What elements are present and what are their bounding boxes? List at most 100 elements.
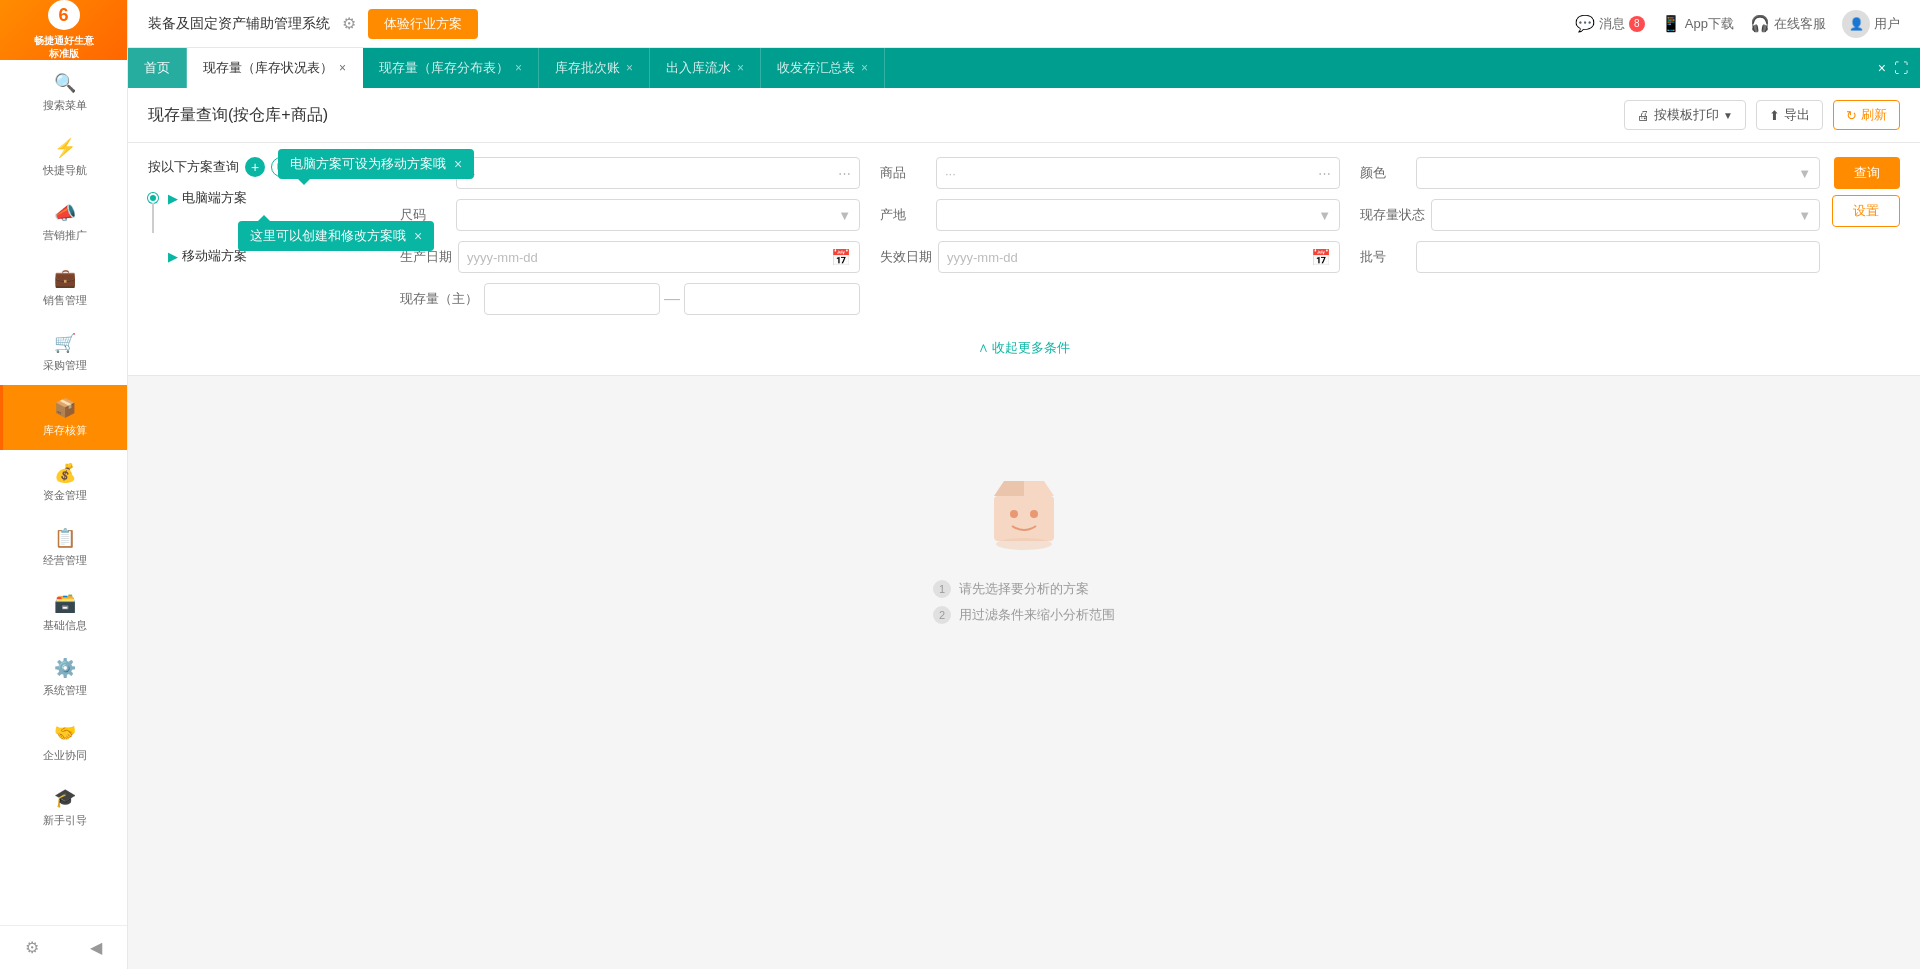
sidebar-item-operation[interactable]: 📋 经营管理 [0,515,127,580]
filter-add-btn[interactable]: + [245,157,265,177]
batch-no-input[interactable] [1416,241,1820,273]
print-dropdown-icon: ▼ [1723,110,1733,121]
inout-flow-label: 出入库流水 [666,59,731,77]
sidebar-item-enterprise[interactable]: 🤝 企业协同 [0,710,127,775]
message-item[interactable]: 💬 消息 8 [1575,14,1645,33]
goods-select[interactable]: ··· ⋯ [936,157,1340,189]
scheme-tooltip: 电脑方案可设为移动方案哦 × [278,149,474,179]
tab-inventory-batch[interactable]: 库存批次账 × [539,48,650,88]
refresh-btn[interactable]: ↻ 刷新 [1833,100,1900,130]
production-date-placeholder: yyyy-mm-dd [467,250,538,265]
scheme-tooltip-text: 电脑方案可设为移动方案哦 [290,155,446,173]
tab-inventory-status[interactable]: 现存量（库存状况表） × [187,48,363,88]
inventory-main-end-input[interactable] [684,283,860,315]
color-label: 颜色 [1360,164,1410,182]
edit-tooltip-container: 这里可以创建和修改方案哦 × [238,221,434,251]
print-btn[interactable]: 🖨 按模板打印 ▼ [1624,100,1746,130]
inventory-status-label: 现存量（库存状况表） [203,59,333,77]
tab-collection-summary[interactable]: 收发存汇总表 × [761,48,885,88]
tab-inout-flow[interactable]: 出入库流水 × [650,48,761,88]
inventory-main-label: 现存量（主） [400,290,478,308]
sidebar-item-purchase[interactable]: 🛒 采购管理 [0,320,127,385]
scheme-tooltip-close-btn[interactable]: × [454,156,462,172]
close-all-tabs-icon[interactable]: × [1878,60,1886,76]
inventory-main-range-sep: — [664,290,680,308]
experience-btn[interactable]: 体验行业方案 [368,9,478,39]
sidebar-item-inventory[interactable]: 📦 库存核算 [0,385,127,450]
size-dropdown-icon: ▼ [838,208,851,223]
search-btn[interactable]: 查询 [1834,157,1900,189]
sidebar-item-finance[interactable]: 💰 资金管理 [0,450,127,515]
color-select[interactable]: ▼ [1416,157,1820,189]
empty-step-1: 1 请先选择要分析的方案 [933,576,1115,602]
inventory-status-dropdown-icon: ▼ [1798,208,1811,223]
sidebar-item-basic-info[interactable]: 🗃️ 基础信息 [0,580,127,645]
filter-field-goods: 商品 ··· ⋯ [880,157,1340,189]
home-tab-label: 首页 [144,59,170,77]
svg-rect-0 [994,496,1054,541]
online-support-item[interactable]: 🎧 在线客服 [1750,14,1826,33]
page-title: 现存量查询(按仓库+商品) [148,105,328,126]
tab-collection-summary-close[interactable]: × [861,61,868,75]
reset-btn[interactable]: 设置 [1832,195,1900,227]
expiry-date-calendar-icon: 📅 [1311,248,1331,267]
operation-icon: 📋 [54,527,76,549]
scheme-desktop-arrow: ▶ [168,191,178,206]
export-btn[interactable]: ⬆ 导出 [1756,100,1823,130]
sidebar-nav: 🔍 搜索菜单 ⚡ 快捷导航 📣 营销推广 💼 销售管理 🛒 采购管理 📦 库存核… [0,60,127,925]
inventory-status-select[interactable]: ▼ [1431,199,1820,231]
message-badge: 8 [1629,16,1645,32]
search-icon: 🔍 [54,72,76,94]
basic-info-icon: 🗃️ [54,592,76,614]
color-dropdown-icon: ▼ [1798,166,1811,181]
sidebar-item-guide[interactable]: 🎓 新手引导 [0,775,127,840]
sidebar-item-marketing[interactable]: 📣 营销推广 [0,190,127,255]
filter-header-label: 按以下方案查询 [148,158,239,176]
goods-more-icon: ⋯ [1318,166,1331,181]
tab-inout-flow-close[interactable]: × [737,61,744,75]
tab-bar-end: × ⛶ [1866,60,1920,76]
size-select[interactable]: ▼ [456,199,860,231]
svg-point-1 [1010,510,1018,518]
content-area: 现存量查询(按仓库+商品) 🖨 按模板打印 ▼ ⬆ 导出 ↻ 刷新 [128,88,1920,969]
settings-footer-btn[interactable]: ⚙ [25,938,39,957]
tab-bar: 首页 现存量（库存状况表） × 现存量（库存分布表） × 库存批次账 × 出入库… [128,48,1920,88]
header-right: 💬 消息 8 📱 App下载 🎧 在线客服 👤 用户 [1575,10,1900,38]
scheme-tree-desktop[interactable]: ▶ 电脑端方案 [168,185,388,211]
collapse-sidebar-btn[interactable]: ◀ [90,938,102,957]
tab-inventory-distribution[interactable]: 现存量（库存分布表） × [363,48,539,88]
expiry-date-input[interactable]: yyyy-mm-dd 📅 [938,241,1340,273]
main-area: 装备及固定资产辅助管理系统 ⚙ 体验行业方案 💬 消息 8 📱 App下载 🎧 … [128,0,1920,969]
collapse-conditions-btn[interactable]: ∧ 收起更多条件 [148,329,1900,361]
sidebar-item-quick-nav[interactable]: ⚡ 快捷导航 [0,125,127,190]
system-icon: ⚙️ [54,657,76,679]
inventory-status-label: 现存量状态 [1360,206,1425,224]
empty-steps: 1 请先选择要分析的方案 2 用过滤条件来缩小分析范围 [933,576,1115,628]
edit-tooltip-close-btn[interactable]: × [414,228,422,244]
expiry-date-label: 失效日期 [880,248,932,266]
tab-inventory-batch-close[interactable]: × [626,61,633,75]
message-icon: 💬 [1575,14,1595,33]
sidebar-item-sales[interactable]: 💼 销售管理 [0,255,127,320]
production-date-input[interactable]: yyyy-mm-dd 📅 [458,241,860,273]
inventory-main-start-input[interactable] [484,283,660,315]
tab-inventory-status-close[interactable]: × [339,61,346,75]
user-item[interactable]: 👤 用户 [1842,10,1900,38]
origin-select[interactable]: ▼ [936,199,1340,231]
edit-tooltip: 这里可以创建和修改方案哦 × [238,221,434,251]
settings-gear-icon[interactable]: ⚙ [342,14,356,33]
inventory-icon: 📦 [54,397,76,419]
sidebar-item-system[interactable]: ⚙️ 系统管理 [0,645,127,710]
tab-home[interactable]: 首页 [128,48,187,88]
fullscreen-icon[interactable]: ⛶ [1894,60,1908,76]
filter-section: 按以下方案查询 + ⧉ « 电脑方案可设为移动方案哦 × [128,143,1920,376]
logo-text: 畅捷通好生意 标准版 [34,34,94,60]
tab-inventory-distribution-close[interactable]: × [515,61,522,75]
app-download-item[interactable]: 📱 App下载 [1661,14,1734,33]
goods-label: 商品 [880,164,930,182]
batch-no-label: 批号 [1360,248,1410,266]
page-header: 现存量查询(按仓库+商品) 🖨 按模板打印 ▼ ⬆ 导出 ↻ 刷新 [128,88,1920,143]
sidebar-logo: 6 畅捷通好生意 标准版 [0,0,127,60]
sidebar-item-search[interactable]: 🔍 搜索菜单 [0,60,127,125]
warehouse-select[interactable]: ··· ⋯ [456,157,860,189]
